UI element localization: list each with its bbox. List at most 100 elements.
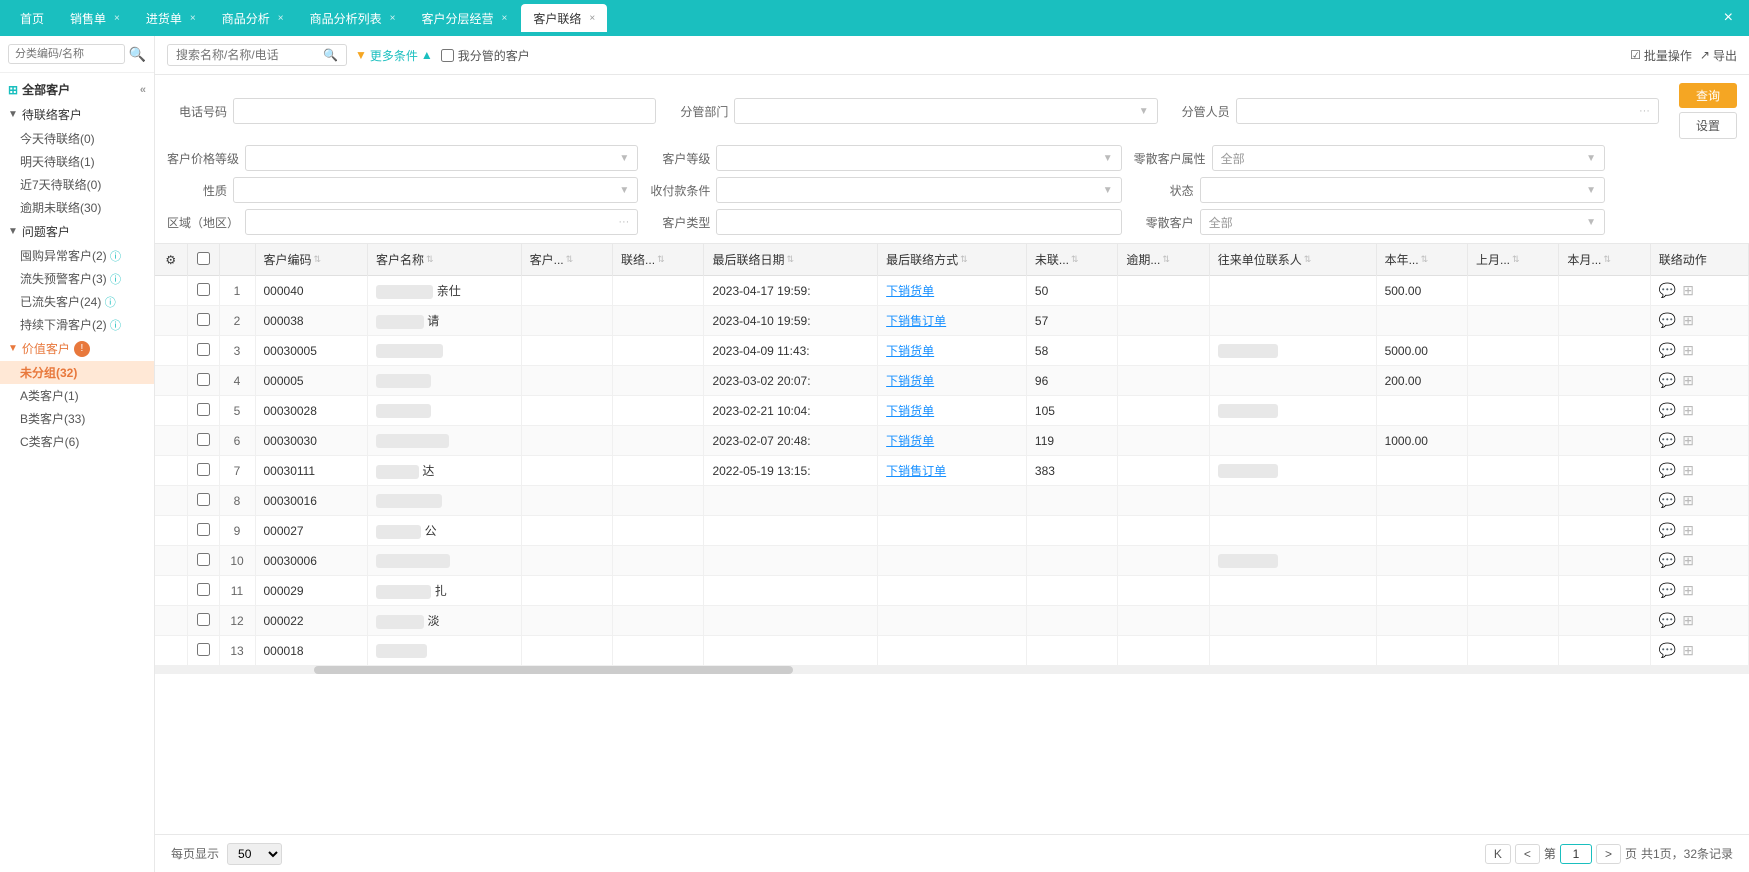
row-checkbox[interactable] (197, 283, 210, 296)
main-search-input[interactable] (176, 48, 319, 62)
grid-action-icon[interactable]: ⊞ (1682, 282, 1694, 299)
grid-action-icon[interactable]: ⊞ (1682, 312, 1694, 329)
sidebar-item-today-pending[interactable]: 今天待联络(0) (0, 127, 154, 150)
method-link[interactable]: 下销货单 (886, 434, 934, 448)
td-checkbox[interactable] (187, 456, 219, 486)
grid-action-icon[interactable]: ⊞ (1682, 552, 1694, 569)
chat-icon[interactable]: 💬 (1659, 312, 1676, 329)
th-days-no-contact[interactable]: 未联...⇅ (1026, 244, 1117, 276)
row-checkbox[interactable] (197, 583, 210, 596)
tab-product-analysis[interactable]: 商品分析 × (210, 4, 296, 32)
query-button[interactable]: 查询 (1679, 83, 1737, 108)
retail-attr-select[interactable]: 全部 ▼ (1212, 145, 1605, 171)
close-icon[interactable]: × (190, 13, 196, 24)
sidebar-item-declining[interactable]: 持续下滑客户(2) ⓘ (0, 313, 154, 336)
td-checkbox[interactable] (187, 576, 219, 606)
phone-input[interactable] (233, 98, 656, 124)
td-checkbox[interactable] (187, 606, 219, 636)
method-link[interactable]: 下销售订单 (886, 464, 946, 478)
th-this-month[interactable]: 本月...⇅ (1559, 244, 1650, 276)
customer-level-select[interactable]: ▼ (716, 145, 1121, 171)
sidebar-section-problem[interactable]: ▼ 问题客户 (0, 219, 154, 244)
row-checkbox[interactable] (197, 553, 210, 566)
row-checkbox[interactable] (197, 643, 210, 656)
sidebar-item-overdue-contact[interactable]: 逾期未联络(30) (0, 196, 154, 219)
td-checkbox[interactable] (187, 276, 219, 306)
status-select[interactable]: ▼ (1200, 177, 1605, 203)
sidebar-item-class-c[interactable]: C类客户(6) (0, 430, 154, 453)
scrollbar-thumb[interactable] (314, 666, 792, 674)
horizontal-scrollbar[interactable] (155, 666, 1749, 674)
th-last-contact-method[interactable]: 最后联络方式⇅ (878, 244, 1027, 276)
sidebar-item-churn-warning[interactable]: 流失预警客户(3) ⓘ (0, 267, 154, 290)
payment-select[interactable]: ▼ (716, 177, 1121, 203)
method-link[interactable]: 下销售订单 (886, 314, 946, 328)
tab-home[interactable]: 首页 (8, 4, 56, 32)
grid-action-icon[interactable]: ⊞ (1682, 462, 1694, 479)
reset-button[interactable]: 设置 (1679, 112, 1737, 139)
window-close-button[interactable]: × (1716, 9, 1741, 27)
row-checkbox[interactable] (197, 373, 210, 386)
collapse-icon[interactable]: « (140, 84, 146, 96)
td-checkbox[interactable] (187, 486, 219, 516)
sidebar-item-week-pending[interactable]: 近7天待联络(0) (0, 173, 154, 196)
sidebar-item-class-b[interactable]: B类客户(33) (0, 407, 154, 430)
my-customers-checkbox[interactable]: 我分管的客户 (441, 47, 530, 64)
page-prev-button[interactable]: < (1515, 844, 1540, 864)
grid-action-icon[interactable]: ⊞ (1682, 402, 1694, 419)
th-settings[interactable]: ⚙ (155, 244, 187, 276)
th-last-contact-date[interactable]: 最后联络日期⇅ (704, 244, 878, 276)
sidebar-item-class-a[interactable]: A类客户(1) (0, 384, 154, 407)
sidebar-item-tomorrow-pending[interactable]: 明天待联络(1) (0, 150, 154, 173)
close-icon[interactable]: × (278, 13, 284, 24)
th-checkbox[interactable] (187, 244, 219, 276)
chat-icon[interactable]: 💬 (1659, 522, 1676, 539)
th-this-year[interactable]: 本年...⇅ (1376, 244, 1467, 276)
row-checkbox[interactable] (197, 403, 210, 416)
main-search-box[interactable]: 🔍 (167, 44, 347, 66)
close-icon[interactable]: × (589, 13, 595, 24)
chat-icon[interactable]: 💬 (1659, 402, 1676, 419)
chat-icon[interactable]: 💬 (1659, 462, 1676, 479)
sidebar-item-churned[interactable]: 已流失客户(24) ⓘ (0, 290, 154, 313)
row-checkbox[interactable] (197, 493, 210, 506)
region-select[interactable]: ··· (245, 209, 638, 235)
dept-select[interactable]: ▼ (734, 98, 1157, 124)
sidebar-section-pending[interactable]: ▼ 待联络客户 (0, 102, 154, 127)
row-checkbox[interactable] (197, 463, 210, 476)
method-link[interactable]: 下销货单 (886, 374, 934, 388)
chat-icon[interactable]: 💬 (1659, 612, 1676, 629)
page-next-button[interactable]: > (1596, 844, 1621, 864)
chat-icon[interactable]: 💬 (1659, 492, 1676, 509)
sidebar-section-value[interactable]: ▼ 价值客户 ! (0, 336, 154, 361)
page-first-button[interactable]: K (1485, 844, 1511, 864)
grid-action-icon[interactable]: ⊞ (1682, 642, 1694, 659)
page-size-select[interactable]: 50 100 200 (227, 843, 282, 865)
row-checkbox[interactable] (197, 343, 210, 356)
grid-action-icon[interactable]: ⊞ (1682, 522, 1694, 539)
grid-action-icon[interactable]: ⊞ (1682, 582, 1694, 599)
th-customer-type[interactable]: 客户...⇅ (521, 244, 612, 276)
tab-product-analysis-list[interactable]: 商品分析列表 × (298, 4, 408, 32)
td-checkbox[interactable] (187, 306, 219, 336)
th-last-month[interactable]: 上月...⇅ (1467, 244, 1558, 276)
category-search-input[interactable] (8, 44, 125, 64)
export-button[interactable]: ↗ 导出 (1700, 47, 1737, 64)
th-customer-code[interactable]: 客户编码⇅ (255, 244, 368, 276)
sidebar-item-abnormal-purchase[interactable]: 囤购异常客户(2) ⓘ (0, 244, 154, 267)
close-icon[interactable]: × (501, 13, 507, 24)
nature-select[interactable]: ▼ (233, 177, 638, 203)
price-level-select[interactable]: ▼ (245, 145, 638, 171)
more-conditions-button[interactable]: ▼ 更多条件 ▲ (355, 47, 433, 64)
chat-icon[interactable]: 💬 (1659, 342, 1676, 359)
td-checkbox[interactable] (187, 336, 219, 366)
grid-action-icon[interactable]: ⊞ (1682, 612, 1694, 629)
td-checkbox[interactable] (187, 396, 219, 426)
manager-select[interactable]: ··· (1236, 98, 1659, 124)
batch-operations-button[interactable]: ☑ 批量操作 (1630, 47, 1692, 64)
td-checkbox[interactable] (187, 516, 219, 546)
chat-icon[interactable]: 💬 (1659, 552, 1676, 569)
grid-action-icon[interactable]: ⊞ (1682, 492, 1694, 509)
chat-icon[interactable]: 💬 (1659, 282, 1676, 299)
page-current-input[interactable] (1560, 844, 1592, 864)
